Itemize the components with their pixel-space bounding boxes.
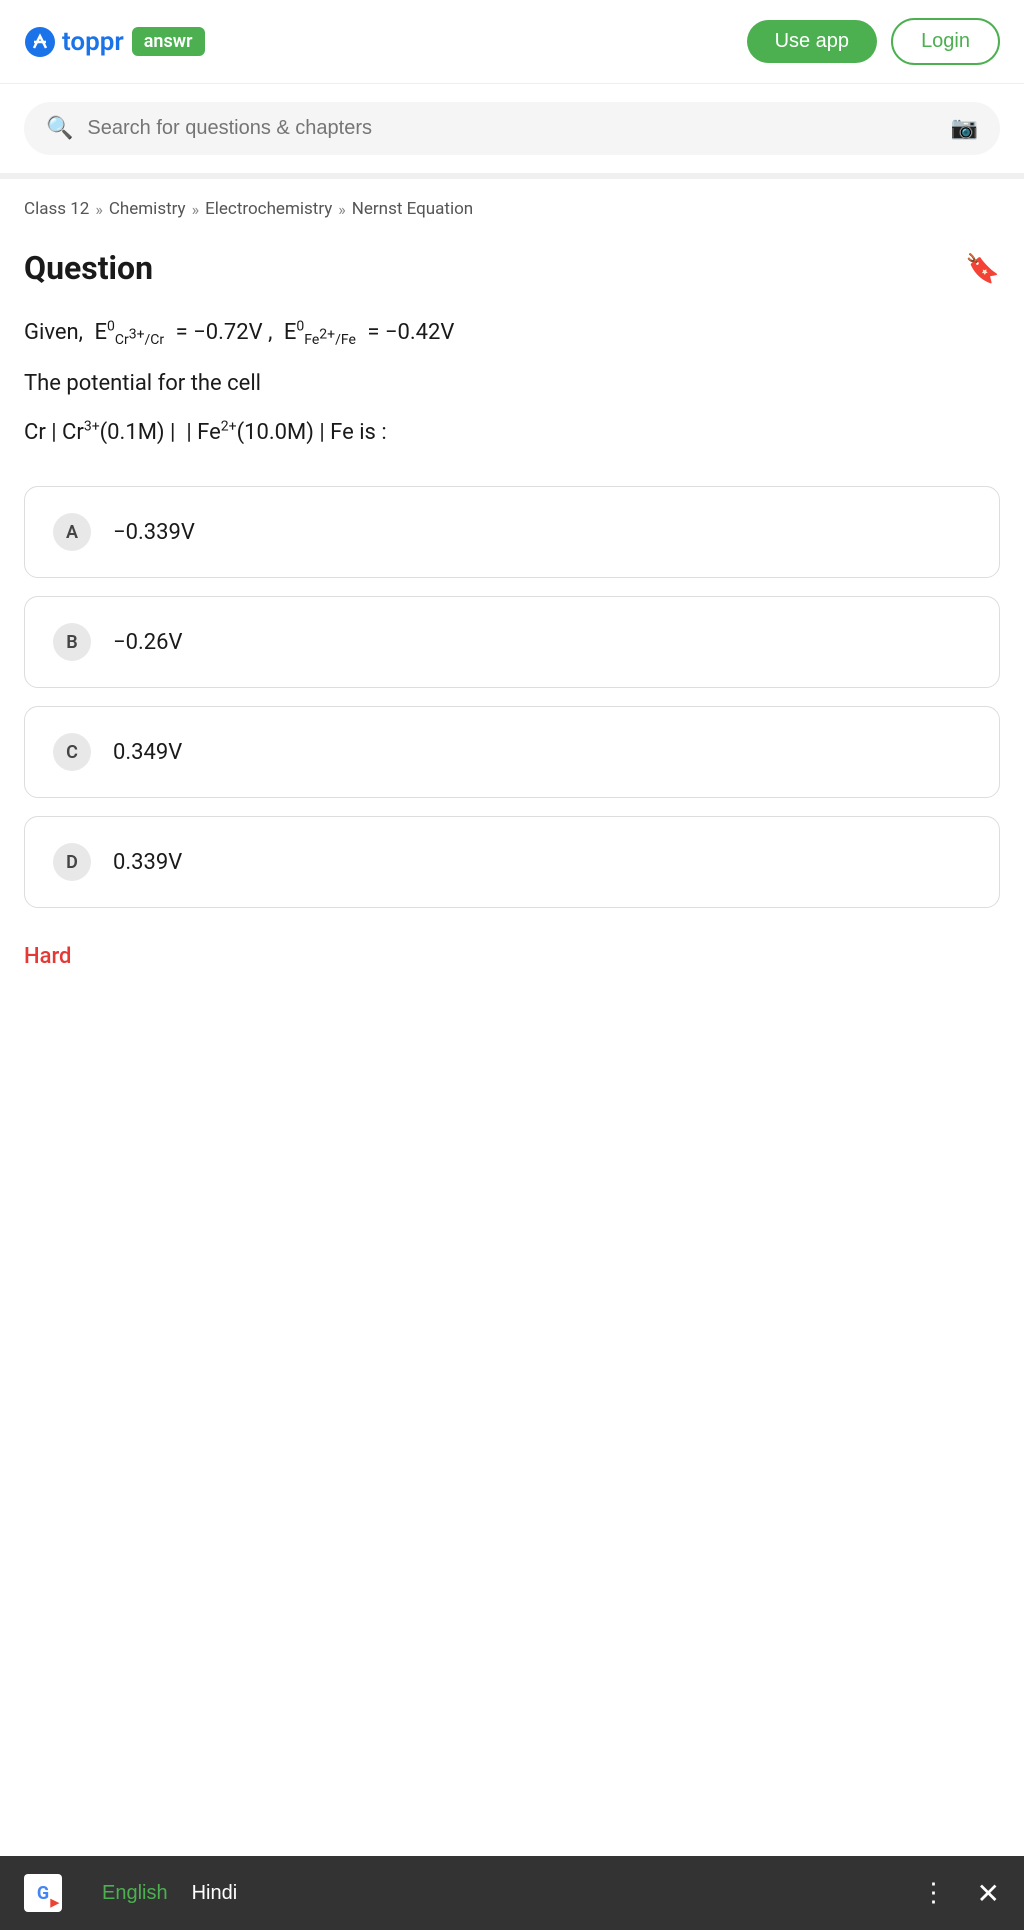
options-container: A −0.339V B −0.26V C 0.349V D 0.339V <box>24 486 1000 908</box>
search-icon: 🔍 <box>46 116 73 141</box>
question-line2: The potential for the cell <box>24 366 1000 401</box>
answr-badge: answr <box>132 27 205 56</box>
option-d-text: 0.339V <box>113 850 182 875</box>
e-cr-value: = −0.72V , <box>170 315 278 350</box>
option-b-card[interactable]: B −0.26V <box>24 596 1000 688</box>
toppr-wordmark: toppr <box>62 27 124 57</box>
e-fe-value: = −0.42V <box>362 315 454 350</box>
given-text: Given, <box>24 315 88 350</box>
option-c-badge: C <box>53 733 91 771</box>
breadcrumb-electrochemistry[interactable]: Electrochemistry <box>205 199 332 219</box>
search-input[interactable] <box>87 117 936 140</box>
question-body: Given, E0Cr3+/Cr = −0.72V , E0Fe2+/Fe = … <box>24 315 1000 450</box>
breadcrumb-chemistry[interactable]: Chemistry <box>109 199 186 219</box>
option-a-badge: A <box>53 513 91 551</box>
hindi-lang-button[interactable]: Hindi <box>192 1882 262 1905</box>
difficulty-label: Hard <box>24 944 1000 969</box>
bookmark-icon[interactable]: 🔖 <box>965 252 1000 285</box>
use-app-button[interactable]: Use app <box>747 20 878 63</box>
google-icon: G ▶ <box>24 1874 62 1912</box>
e-cr-notation: E0Cr3+/Cr <box>94 315 164 352</box>
breadcrumb: Class 12 » Chemistry » Electrochemistry … <box>0 179 1024 229</box>
close-icon[interactable]: ✕ <box>977 1877 1000 1910</box>
option-b-badge: B <box>53 623 91 661</box>
option-d-card[interactable]: D 0.339V <box>24 816 1000 908</box>
search-bar: 🔍 📷 <box>24 102 1000 155</box>
breadcrumb-sep-2: » <box>192 200 200 219</box>
header-buttons: Use app Login <box>747 18 1000 65</box>
breadcrumb-class12[interactable]: Class 12 <box>24 199 89 219</box>
option-a-card[interactable]: A −0.339V <box>24 486 1000 578</box>
more-options-icon[interactable]: ⋮ <box>921 1878 947 1908</box>
question-header: Question 🔖 <box>24 249 1000 287</box>
option-b-text: −0.26V <box>113 630 182 655</box>
search-container: 🔍 📷 <box>0 84 1024 173</box>
login-button[interactable]: Login <box>891 18 1000 65</box>
logo-area: toppr answr <box>24 26 735 58</box>
breadcrumb-nernst[interactable]: Nernst Equation <box>352 199 473 219</box>
option-a-text: −0.339V <box>113 520 195 545</box>
main-content: Question 🔖 Given, E0Cr3+/Cr = −0.72V , E… <box>0 229 1024 1029</box>
toppr-arrow-icon <box>24 26 56 58</box>
google-translate: G ▶ <box>24 1874 62 1912</box>
breadcrumb-sep-1: » <box>95 200 103 219</box>
option-c-card[interactable]: C 0.349V <box>24 706 1000 798</box>
question-title: Question <box>24 249 153 287</box>
breadcrumb-sep-3: » <box>338 200 346 219</box>
camera-icon[interactable]: 📷 <box>951 116 978 141</box>
option-c-text: 0.349V <box>113 740 182 765</box>
bottom-bar: G ▶ English Hindi ⋮ ✕ <box>0 1856 1024 1930</box>
toppr-logo: toppr <box>24 26 124 58</box>
equation-line-1: Given, E0Cr3+/Cr = −0.72V , E0Fe2+/Fe = … <box>24 315 1000 352</box>
cell-notation: Cr | Cr3+(0.1M) | | Fe2+(10.0M) | Fe is … <box>24 415 387 450</box>
option-d-badge: D <box>53 843 91 881</box>
english-lang-button[interactable]: English <box>102 1882 192 1905</box>
e-fe-notation: E0Fe2+/Fe <box>284 315 356 352</box>
header: toppr answr Use app Login <box>0 0 1024 84</box>
cell-notation-line: Cr | Cr3+(0.1M) | | Fe2+(10.0M) | Fe is … <box>24 415 1000 450</box>
